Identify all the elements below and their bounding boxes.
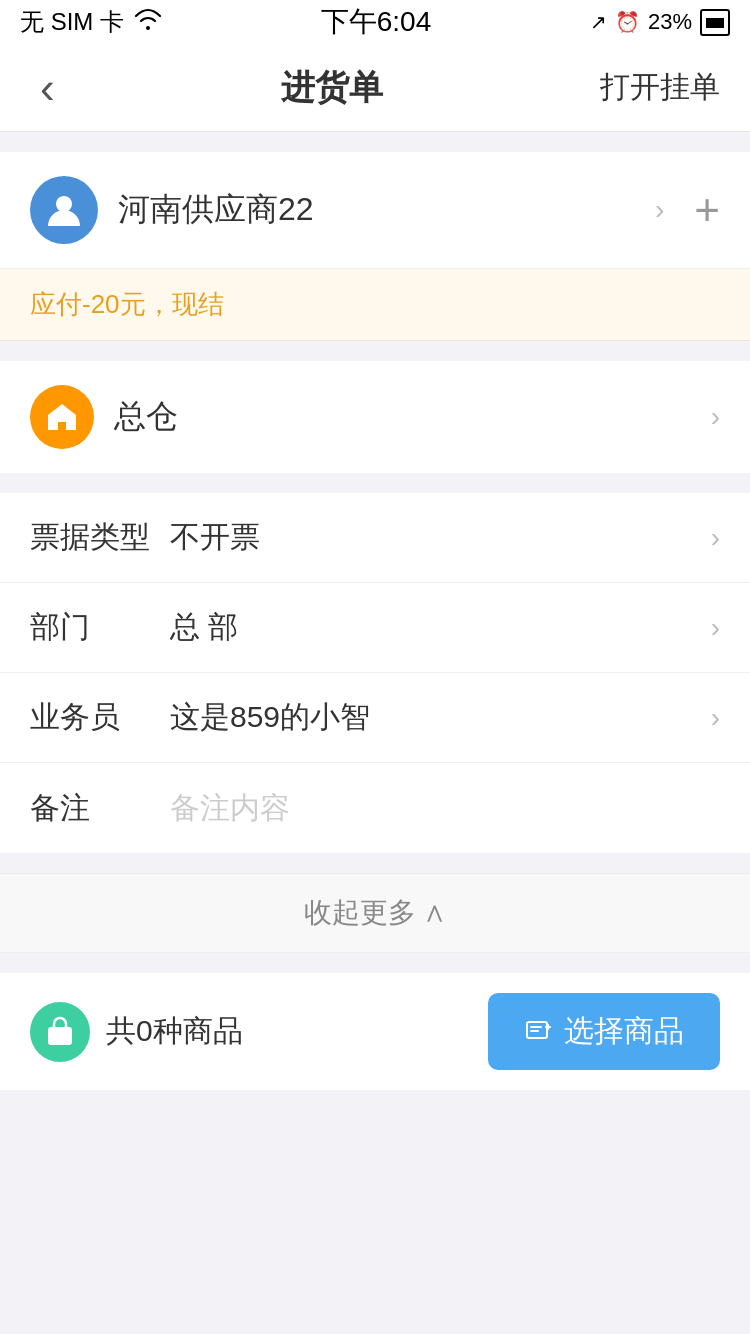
notice-text: 应付-20元，现结	[30, 289, 224, 319]
status-time: 下午6:04	[321, 3, 432, 41]
remark-row[interactable]: 备注 备注内容	[0, 763, 750, 853]
ticket-type-arrow-icon: ›	[711, 522, 720, 554]
salesperson-label: 业务员	[30, 697, 150, 738]
select-product-label: 选择商品	[564, 1011, 684, 1052]
supplier-avatar	[30, 176, 98, 244]
status-bar: 无 SIM 卡 下午6:04 ↗ ⏰ 23%	[0, 0, 750, 44]
remark-label: 备注	[30, 788, 150, 829]
supplier-arrow-icon: ›	[655, 194, 664, 226]
ticket-type-row[interactable]: 票据类型 不开票 ›	[0, 493, 750, 583]
svg-point-0	[56, 196, 72, 212]
location-icon: ↗	[590, 10, 607, 34]
warehouse-arrow-icon: ›	[711, 401, 720, 433]
wifi-icon	[134, 8, 162, 36]
alarm-icon: ⏰	[615, 10, 640, 34]
svg-rect-1	[48, 1027, 72, 1045]
warehouse-section: 总仓 ›	[0, 361, 750, 473]
department-value: 总 部	[170, 607, 711, 648]
supplier-section: 河南供应商22 › + 应付-20元，现结	[0, 152, 750, 341]
supplier-row[interactable]: 河南供应商22 › +	[0, 152, 750, 269]
department-row[interactable]: 部门 总 部 ›	[0, 583, 750, 673]
status-carrier: 无 SIM 卡	[20, 6, 162, 38]
notice-bar: 应付-20元，现结	[0, 269, 750, 341]
salesperson-value: 这是859的小智	[170, 697, 711, 738]
ticket-type-label: 票据类型	[30, 517, 150, 558]
svg-rect-2	[527, 1022, 547, 1038]
select-product-button[interactable]: 选择商品	[488, 993, 720, 1070]
battery-text: 23%	[648, 9, 692, 35]
product-bar: 共0种商品 选择商品	[0, 973, 750, 1090]
open-pending-button[interactable]: 打开挂单	[600, 67, 720, 108]
supplier-name: 河南供应商22	[118, 188, 655, 232]
form-section: 票据类型 不开票 › 部门 总 部 › 业务员 这是859的小智 › 备注 备注…	[0, 493, 750, 853]
department-label: 部门	[30, 607, 150, 648]
page-title: 进货单	[281, 65, 383, 111]
collapse-button[interactable]: 收起更多 ∧	[0, 873, 750, 953]
nav-bar: ‹ 进货单 打开挂单	[0, 44, 750, 132]
department-arrow-icon: ›	[711, 612, 720, 644]
section-divider-1	[0, 132, 750, 152]
salesperson-arrow-icon: ›	[711, 702, 720, 734]
status-right-group: ↗ ⏰ 23%	[590, 9, 730, 36]
carrier-text: 无 SIM 卡	[20, 6, 124, 38]
remark-input[interactable]: 备注内容	[170, 788, 720, 829]
section-divider-2	[0, 341, 750, 361]
battery-icon	[700, 9, 730, 36]
warehouse-icon	[30, 385, 94, 449]
warehouse-row[interactable]: 总仓 ›	[0, 361, 750, 473]
add-supplier-button[interactable]: +	[694, 188, 720, 232]
salesperson-row[interactable]: 业务员 这是859的小智 ›	[0, 673, 750, 763]
product-icon	[30, 1002, 90, 1062]
warehouse-name: 总仓	[114, 395, 711, 439]
product-info: 共0种商品	[30, 1002, 243, 1062]
ticket-type-value: 不开票	[170, 517, 711, 558]
product-count: 共0种商品	[106, 1011, 243, 1052]
back-button[interactable]: ‹	[30, 53, 65, 123]
